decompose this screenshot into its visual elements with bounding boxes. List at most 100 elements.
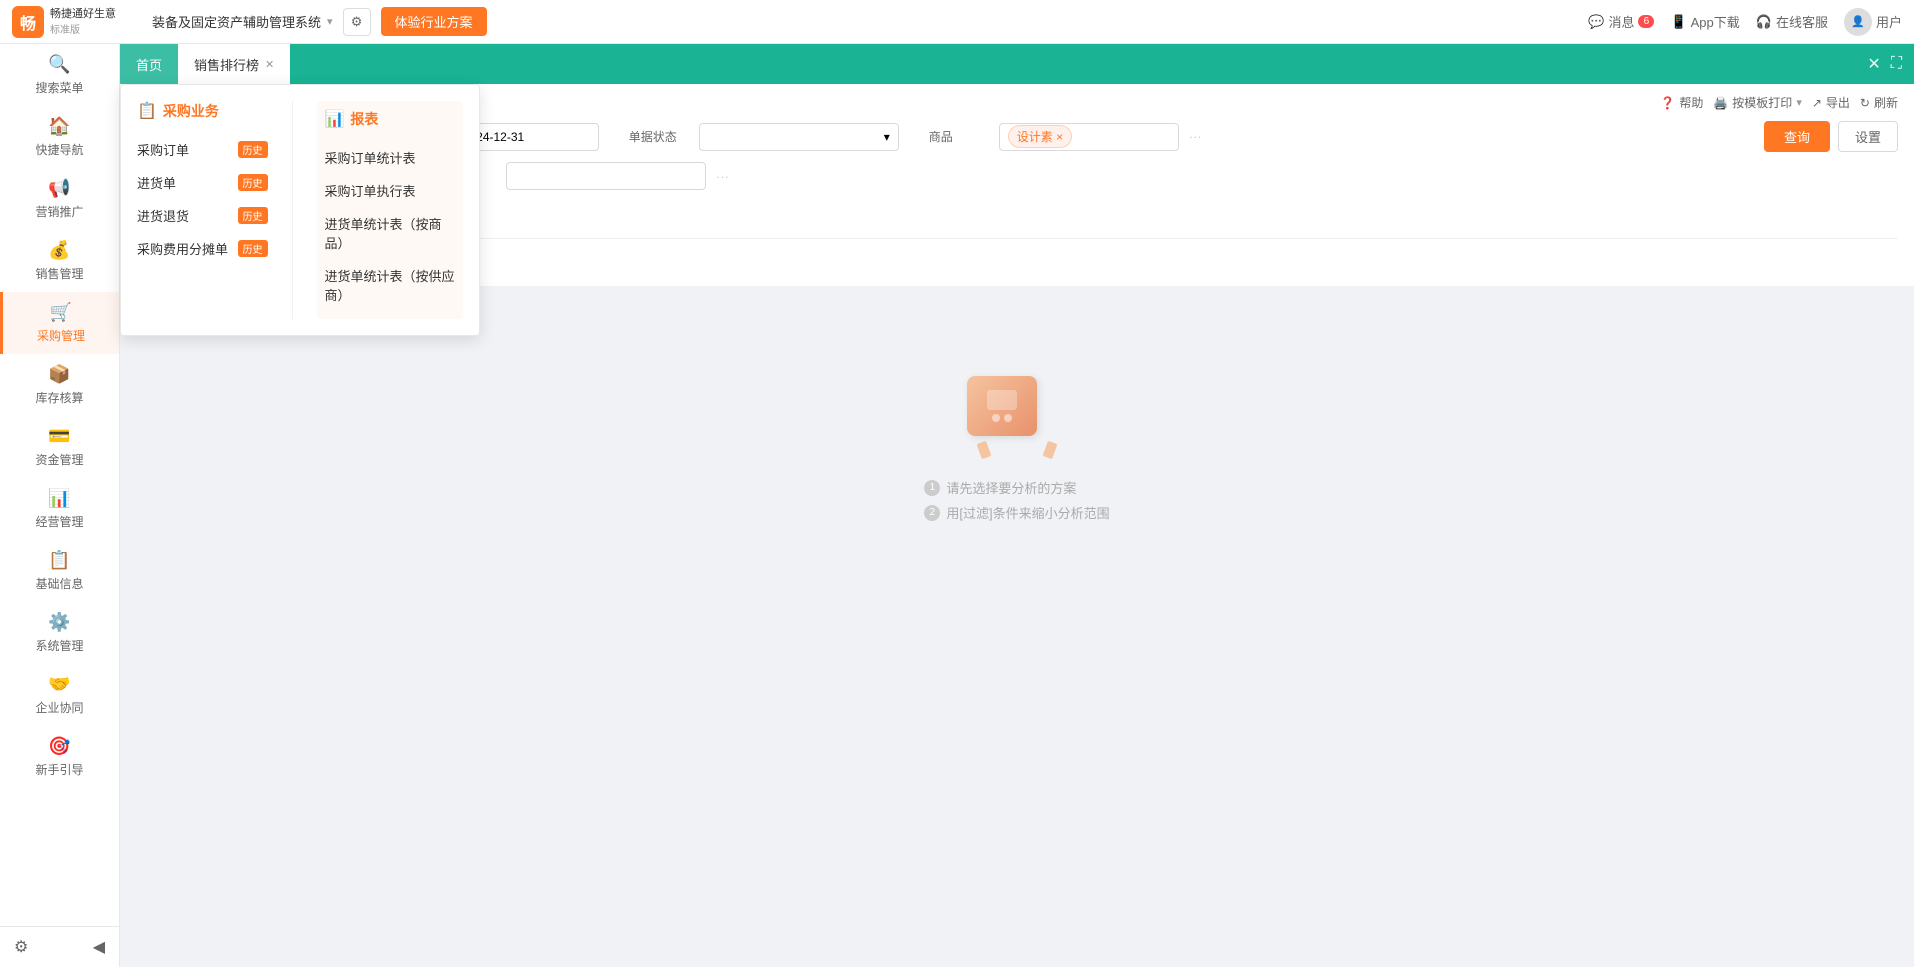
- step-1-icon: 1: [924, 480, 940, 496]
- purchase-expense-item[interactable]: 采购费用分摊单 历史: [137, 232, 268, 265]
- export-button[interactable]: ↗ 导出: [1812, 94, 1850, 111]
- top-bar-left: 畅 畅捷通好生意 标准版 装备及固定资产辅助管理系统 ▾ ⚙ 体验行业方案: [12, 6, 487, 38]
- sidebar-item-purchase[interactable]: 🛒 采购管理: [0, 292, 119, 354]
- sidebar-item-marketing[interactable]: 📢 营销推广: [0, 168, 119, 230]
- sidebar-item-cooperation[interactable]: 🤝 企业协同: [0, 664, 119, 726]
- user-avatar: 👤: [1844, 8, 1872, 36]
- purchase-receipt-stats-item[interactable]: 进货单统计表（按商品）: [325, 207, 456, 259]
- industry-button[interactable]: 体验行业方案: [381, 7, 487, 36]
- inventory-icon: 📦: [48, 364, 70, 385]
- select-arrow-icon: ▾: [884, 130, 890, 144]
- search-icon: 🔍: [48, 54, 70, 75]
- sidebar-collapse-button[interactable]: ◀: [93, 937, 105, 957]
- message-icon: 💬: [1588, 14, 1604, 30]
- salesperson-dots[interactable]: ···: [716, 169, 729, 184]
- funds-icon: 💳: [48, 426, 70, 447]
- salesperson-select[interactable]: [506, 162, 706, 190]
- print-button[interactable]: 🖨️ 按模板打印 ▾: [1713, 94, 1802, 111]
- sidebar-item-basic-info[interactable]: 📋 基础信息: [0, 540, 119, 602]
- refresh-icon: ↻: [1860, 96, 1870, 110]
- tab-bar: 首页 销售排行榜 ✕ ✕ ⛶: [120, 44, 1914, 84]
- sidebar-item-quick-nav[interactable]: 🏠 快捷导航: [0, 106, 119, 168]
- print-icon: 🖨️: [1713, 96, 1728, 110]
- purchase-supplier-stats-item[interactable]: 进货单统计表（按供应商）: [325, 259, 456, 311]
- dropdown-arrow-icon[interactable]: ▾: [327, 15, 333, 28]
- tab-close-button[interactable]: ✕: [265, 58, 274, 71]
- help-button[interactable]: ❓ 帮助: [1660, 94, 1703, 111]
- step-2-icon: 2: [924, 505, 940, 521]
- sidebar-item-inventory[interactable]: 📦 库存核算: [0, 354, 119, 416]
- section-divider: [292, 101, 293, 319]
- action-buttons: 查询 设置: [1764, 121, 1898, 152]
- history-badge: 历史: [238, 207, 268, 224]
- sidebar-settings-button[interactable]: ⚙: [14, 937, 28, 957]
- doc-status-select[interactable]: ▾: [699, 123, 899, 151]
- tab-home[interactable]: 首页: [120, 44, 178, 84]
- sidebar: 🔍 搜索菜单 🏠 快捷导航 📢 营销推广 💰 销售管理 🛒 采购管理 📦 库存核…: [0, 44, 120, 967]
- user-menu-button[interactable]: 👤 用户: [1844, 8, 1902, 36]
- purchase-business-title: 📋 采购业务: [137, 101, 268, 121]
- empty-line-2: 2 用[过滤]条件来缩小分析范围: [924, 503, 1109, 522]
- logo-text: 畅捷通好生意 标准版: [50, 7, 116, 36]
- toolbar-right: ❓ 帮助 🖨️ 按模板打印 ▾ ↗ 导出 ↻ 刷新: [1660, 94, 1898, 111]
- goods-label: 商品: [929, 128, 989, 145]
- purchase-order-stats-item[interactable]: 采购订单统计表: [325, 141, 456, 174]
- doc-status-label: 单据状态: [629, 128, 689, 145]
- report-title: 📊 报表: [325, 109, 456, 129]
- phone-icon: 📱: [1670, 14, 1686, 30]
- guide-icon: 🎯: [48, 736, 70, 757]
- query-button[interactable]: 查询: [1764, 121, 1830, 152]
- empty-line-1: 1 请先选择要分析的方案: [924, 478, 1109, 497]
- history-badge: 历史: [238, 174, 268, 191]
- purchase-order-exec-item[interactable]: 采购订单执行表: [325, 174, 456, 207]
- empty-text-container: 1 请先选择要分析的方案 2 用[过滤]条件来缩小分析范围: [924, 478, 1109, 522]
- goods-filter-container: 设计素 ×: [999, 123, 1179, 151]
- purchase-order-item[interactable]: 采购订单 历史: [137, 133, 268, 166]
- tab-close-icon[interactable]: ✕: [1867, 54, 1880, 74]
- top-bar: 畅 畅捷通好生意 标准版 装备及固定资产辅助管理系统 ▾ ⚙ 体验行业方案 💬 …: [0, 0, 1914, 44]
- help-icon: ❓: [1660, 96, 1675, 110]
- purchase-icon: 📋: [137, 101, 157, 121]
- sidebar-item-funds[interactable]: 💳 资金管理: [0, 416, 119, 478]
- export-icon: ↗: [1812, 96, 1822, 110]
- report-section: 📊 报表 采购订单统计表 采购订单执行表 进货单统计表（按商品） 进货单统计表（…: [317, 101, 464, 319]
- sales-icon: 💰: [48, 240, 70, 261]
- settings-icon[interactable]: ⚙: [343, 8, 371, 36]
- purchase-receipt-item[interactable]: 进货单 历史: [137, 166, 268, 199]
- logo-area: 畅 畅捷通好生意 标准版: [12, 6, 132, 38]
- history-badge: 历史: [238, 240, 268, 257]
- tab-bar-actions: ✕ ⛶: [1867, 54, 1914, 74]
- refresh-button[interactable]: ↻ 刷新: [1860, 94, 1898, 111]
- app-download-button[interactable]: 📱 App下载: [1670, 12, 1739, 31]
- system-icon: ⚙️: [48, 612, 70, 633]
- purchase-business-section: 📋 采购业务 采购订单 历史 进货单 历史 进货退货 历史 采购费用分摊单 历史: [137, 101, 268, 319]
- headset-icon: 🎧: [1756, 14, 1772, 30]
- online-service-button[interactable]: 🎧 在线客服: [1756, 12, 1828, 31]
- tab-sales-ranking[interactable]: 销售排行榜 ✕: [178, 44, 290, 84]
- sidebar-item-system[interactable]: ⚙️ 系统管理: [0, 602, 119, 664]
- cooperation-icon: 🤝: [48, 674, 70, 695]
- home-icon: 🏠: [48, 116, 70, 137]
- basic-info-icon: 📋: [48, 550, 70, 571]
- purchase-dropdown-menu: 📋 采购业务 采购订单 历史 进货单 历史 进货退货 历史 采购费用分摊单 历史…: [120, 84, 480, 336]
- purchase-return-item[interactable]: 进货退货 历史: [137, 199, 268, 232]
- report-icon: 📊: [325, 109, 345, 129]
- print-dropdown-arrow[interactable]: ▾: [1796, 96, 1802, 109]
- operations-icon: 📊: [48, 488, 70, 509]
- history-badge: 历史: [238, 141, 268, 158]
- sidebar-bottom: ⚙ ◀: [0, 926, 119, 967]
- goods-more-dots[interactable]: ···: [1189, 129, 1202, 144]
- settings-button[interactable]: 设置: [1838, 121, 1898, 152]
- logo-icon: 畅: [12, 6, 44, 38]
- system-title: 装备及固定资产辅助管理系统 ▾: [152, 12, 333, 31]
- tab-expand-icon[interactable]: ⛶: [1891, 55, 1902, 73]
- sidebar-item-operations[interactable]: 📊 经营管理: [0, 478, 119, 540]
- empty-illustration: [957, 366, 1077, 466]
- message-button[interactable]: 💬 消息 6: [1588, 12, 1654, 31]
- goods-tag: 设计素 ×: [1008, 125, 1072, 148]
- sidebar-item-sales[interactable]: 💰 销售管理: [0, 230, 119, 292]
- sidebar-item-guide[interactable]: 🎯 新手引导: [0, 726, 119, 788]
- sidebar-item-search[interactable]: 🔍 搜索菜单: [0, 44, 119, 106]
- purchase-icon: 🛒: [50, 302, 72, 323]
- marketing-icon: 📢: [48, 178, 70, 199]
